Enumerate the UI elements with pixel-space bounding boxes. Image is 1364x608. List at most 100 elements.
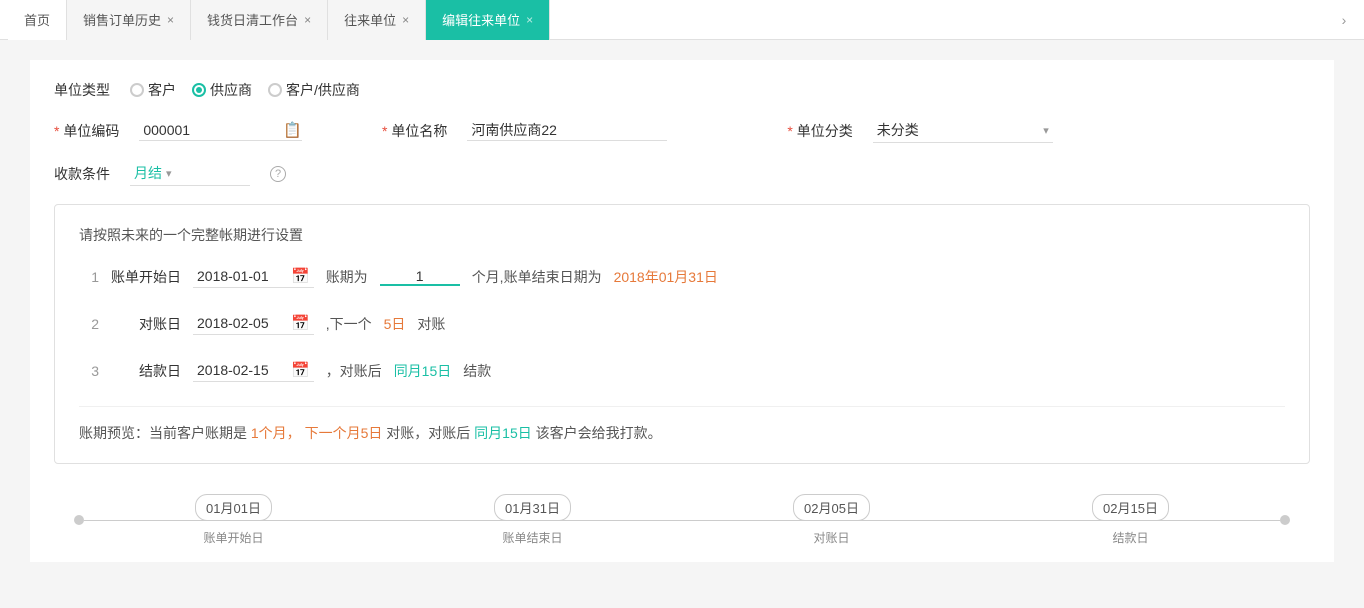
preview-part2: 下一个月5日: [305, 425, 383, 441]
payment-desc-suffix: 结款: [463, 361, 491, 381]
radio-supplier[interactable]: 供应商: [192, 80, 252, 100]
radio-group-unit-type: 客户 供应商 客户/供应商: [130, 80, 360, 100]
timeline-label-1: 账单开始日: [203, 529, 263, 546]
payment-desc-prefix: ，对账后: [326, 361, 382, 381]
tab-sales-history-close[interactable]: ×: [167, 13, 174, 27]
payment-date-field[interactable]: [197, 362, 287, 378]
unit-classify-select[interactable]: 未分类 ▾: [873, 118, 1053, 143]
payment-date-cal-icon[interactable]: 📅: [291, 361, 310, 379]
timeline-badge-2: 01月31日: [494, 494, 571, 521]
tab-edit-partner-label: 编辑往来单位: [442, 10, 520, 29]
timeline-badge-4: 02月15日: [1092, 494, 1169, 521]
timeline-point-3: 02月05日 对账日: [793, 494, 870, 546]
timeline-point-2: 01月31日 账单结束日: [494, 494, 571, 546]
timeline-label-4: 结款日: [1112, 529, 1148, 546]
unit-code-label: 单位编码: [54, 121, 119, 141]
unit-code-field: 📋: [139, 120, 302, 141]
start-date-input: 📅: [193, 265, 314, 288]
unit-classify-label: 单位分类: [787, 121, 852, 141]
form-section: 单位类型 客户 供应商 客户/供应商 单位编码: [30, 60, 1334, 562]
reconcile-desc-suffix: 对账: [417, 314, 445, 334]
tab-home[interactable]: 首页: [8, 0, 67, 40]
radio-supplier-label: 供应商: [210, 80, 252, 100]
tab-cash-work[interactable]: 钱货日清工作台 ×: [191, 0, 328, 40]
reconcile-date-field[interactable]: [197, 315, 287, 331]
unit-code-icon[interactable]: 📋: [283, 121, 302, 139]
payment-terms-label: 收款条件: [54, 164, 110, 184]
unit-info-row: 单位编码 📋 单位名称 单位分类 未分类 ▾: [54, 118, 1310, 143]
setting-box: 请按照未来的一个完整帐期进行设置 1 账单开始日 📅 账期为 个月,账单结束日期…: [54, 204, 1310, 464]
row-field-3: 结款日: [111, 361, 181, 381]
timeline-point-4: 02月15日 结款日: [1092, 494, 1169, 546]
main-content: 单位类型 客户 供应商 客户/供应商 单位编码: [0, 40, 1364, 608]
radio-both-circle: [268, 83, 282, 97]
tabs-bar: 首页 销售订单历史 × 钱货日清工作台 × 往来单位 × 编辑往来单位 × ›: [0, 0, 1364, 40]
reconcile-date-input: 📅: [193, 312, 314, 335]
payment-date-input: 📅: [193, 359, 314, 382]
radio-supplier-circle: [192, 83, 206, 97]
start-date-cal-icon[interactable]: 📅: [291, 267, 310, 285]
radio-customer-label: 客户: [148, 80, 176, 100]
tab-cash-work-label: 钱货日清工作台: [207, 10, 298, 29]
timeline-points: 01月01日 账单开始日 01月31日 账单结束日 02月05日 对账日 02月…: [84, 494, 1280, 546]
row-num-2: 2: [79, 316, 99, 332]
row-num-1: 1: [79, 269, 99, 285]
radio-customer-circle: [130, 83, 144, 97]
unit-type-label: 单位类型: [54, 80, 110, 100]
reconcile-highlight: 5日: [384, 314, 406, 334]
timeline-start-dot: [74, 515, 84, 525]
unit-name-label: 单位名称: [382, 121, 447, 141]
setting-title: 请按照未来的一个完整帐期进行设置: [79, 225, 1285, 245]
setting-row-1: 1 账单开始日 📅 账期为 个月,账单结束日期为 2018年01月31日: [79, 265, 1285, 288]
radio-both-label: 客户/供应商: [286, 80, 360, 100]
question-icon[interactable]: ?: [270, 166, 286, 182]
preview-suffix: 该客户会给我打款。: [536, 425, 662, 441]
timeline-point-1: 01月01日 账单开始日: [195, 494, 272, 546]
timeline-end-dot: [1280, 515, 1290, 525]
setting-row-3: 3 结款日 📅 ，对账后 同月15日 结款: [79, 359, 1285, 382]
timeline-label-2: 账单结束日: [502, 529, 562, 546]
tab-cash-work-close[interactable]: ×: [304, 13, 311, 27]
unit-code-input[interactable]: [139, 120, 279, 140]
tab-sales-history[interactable]: 销售订单历史 ×: [67, 0, 191, 40]
payment-terms-value: 月结: [134, 163, 162, 183]
reconcile-date-cal-icon[interactable]: 📅: [291, 314, 310, 332]
period-unit: 个月,账单结束日期为: [472, 267, 602, 287]
preview-prefix: 账期预览：当前客户账期是: [79, 425, 247, 441]
unit-type-row: 单位类型 客户 供应商 客户/供应商: [54, 80, 1310, 100]
period-end-date: 2018年01月31日: [614, 267, 718, 287]
tab-partners[interactable]: 往来单位 ×: [328, 0, 426, 40]
tab-edit-partner[interactable]: 编辑往来单位 ×: [426, 0, 550, 40]
preview-part3: 同月15日: [474, 425, 532, 441]
timeline-wrapper: 01月01日 账单开始日 01月31日 账单结束日 02月05日 对账日 02月…: [54, 494, 1310, 546]
payment-highlight: 同月15日: [394, 361, 452, 381]
preview-middle: 对账，对账后: [386, 425, 470, 441]
payment-terms-row: 收款条件 月结 ▾ ?: [54, 161, 1310, 186]
setting-row-2: 2 对账日 📅 ,下一个 5日 对账: [79, 312, 1285, 335]
timeline-badge-3: 02月05日: [793, 494, 870, 521]
payment-terms-chevron: ▾: [166, 167, 172, 180]
tab-partners-label: 往来单位: [344, 10, 396, 29]
tab-edit-partner-close[interactable]: ×: [526, 13, 533, 27]
row-field-2: 对账日: [111, 314, 181, 334]
tabs-arrow[interactable]: ›: [1332, 12, 1356, 28]
timeline-row: 01月01日 账单开始日 01月31日 账单结束日 02月05日 对账日 02月…: [74, 494, 1290, 546]
unit-classify-value: 未分类: [877, 120, 919, 140]
period-label: 账期为: [326, 267, 368, 287]
radio-customer[interactable]: 客户: [130, 80, 176, 100]
tab-home-label: 首页: [24, 10, 50, 29]
tab-sales-history-label: 销售订单历史: [83, 10, 161, 29]
preview-section: 账期预览：当前客户账期是 1个月， 下一个月5日 对账，对账后 同月15日 该客…: [79, 406, 1285, 443]
period-value-input[interactable]: [380, 268, 460, 286]
radio-both[interactable]: 客户/供应商: [268, 80, 360, 100]
unit-classify-chevron: ▾: [1043, 124, 1049, 137]
reconcile-desc-prefix: ,下一个: [326, 314, 372, 334]
preview-part1: 1个月，: [251, 425, 301, 441]
start-date-field[interactable]: [197, 268, 287, 284]
row-field-1: 账单开始日: [111, 267, 181, 287]
timeline-label-3: 对账日: [813, 529, 849, 546]
unit-name-input[interactable]: [467, 120, 667, 141]
row-num-3: 3: [79, 363, 99, 379]
payment-terms-select[interactable]: 月结 ▾: [130, 161, 250, 186]
tab-partners-close[interactable]: ×: [402, 13, 409, 27]
